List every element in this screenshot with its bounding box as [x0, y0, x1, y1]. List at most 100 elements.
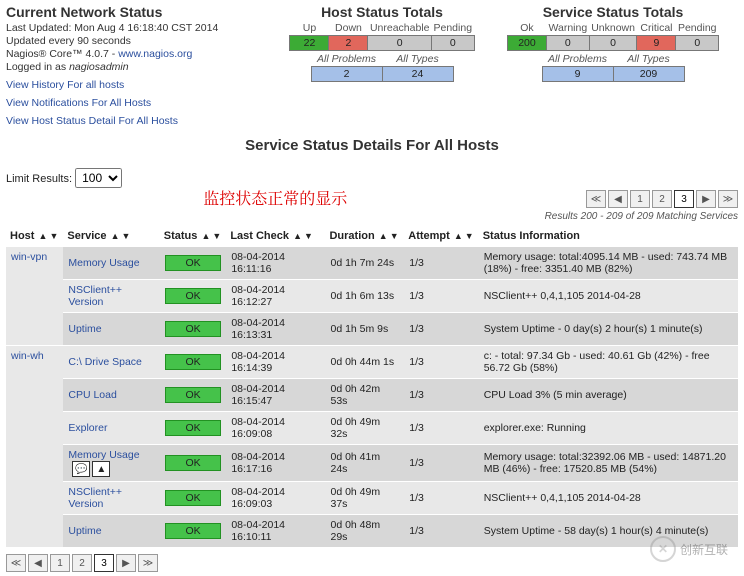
cell-svc-types[interactable]: 209 [613, 67, 684, 82]
limit-row: Limit Results: 100 [6, 168, 738, 188]
duration-cell: 0d 1h 5m 9s [325, 313, 404, 346]
sort-up-icon[interactable]: ▲ [453, 231, 464, 241]
sort-down-icon[interactable]: ▼ [464, 231, 475, 241]
col-host[interactable]: Host ▲▼ [6, 228, 63, 247]
status-cell: OK [160, 445, 227, 482]
col-status[interactable]: Status ▲▼ [160, 228, 227, 247]
service-link[interactable]: Memory Usage [68, 449, 139, 461]
th-critical: Critical [637, 22, 676, 36]
page-number-button[interactable]: 2 [72, 554, 92, 572]
sort-down-icon[interactable]: ▼ [48, 231, 59, 241]
service-link[interactable]: Explorer [68, 422, 107, 434]
info-cell: NSClient++ 0,4,1,105 2014-04-28 [479, 482, 738, 515]
table-row: win-whC:\ Drive SpaceOK08-04-2014 16:14:… [6, 346, 738, 379]
comment-icon[interactable]: 💬 [72, 461, 90, 477]
cell-svc-warning[interactable]: 0 [546, 36, 589, 51]
info-cell: System Uptime - 58 day(s) 1 hour(s) 4 mi… [479, 515, 738, 548]
sort-down-icon[interactable]: ▼ [121, 231, 132, 241]
cell-svc-ok[interactable]: 200 [507, 36, 546, 51]
last-check-cell: 08-04-2014 16:14:39 [226, 346, 325, 379]
th-down: Down [329, 22, 368, 36]
host-link[interactable]: win-wh [11, 350, 44, 362]
cell-hosts-up[interactable]: 22 [290, 36, 329, 51]
col-duration[interactable]: Duration ▲▼ [325, 228, 404, 247]
page-prev-icon[interactable]: ◀ [28, 554, 48, 572]
page-prev-icon[interactable]: ◀ [608, 190, 628, 208]
info-cell: c: - total: 97.34 Gb - used: 40.61 Gb (4… [479, 346, 738, 379]
page-first-icon[interactable]: ≪ [6, 554, 26, 572]
service-link[interactable]: C:\ Drive Space [68, 356, 142, 368]
service-link[interactable]: NSClient++ Version [68, 486, 122, 510]
attempt-cell: 1/3 [404, 412, 478, 445]
service-link[interactable]: NSClient++ Version [68, 284, 122, 308]
col-last-check[interactable]: Last Check ▲▼ [226, 228, 325, 247]
status-badge: OK [165, 288, 222, 304]
service-link[interactable]: CPU Load [68, 389, 116, 401]
status-cell: OK [160, 482, 227, 515]
cell-host-types[interactable]: 24 [382, 67, 453, 82]
col-service[interactable]: Service ▲▼ [63, 228, 159, 247]
duration-cell: 0d 1h 6m 13s [325, 280, 404, 313]
logged-in-label: Logged in as [6, 61, 69, 73]
page-number-button[interactable]: 2 [652, 190, 672, 208]
link-view-history[interactable]: View History For all hosts [6, 79, 276, 91]
limit-label: Limit Results: [6, 173, 72, 185]
status-badge: OK [165, 321, 222, 337]
service-link[interactable]: Uptime [68, 525, 101, 537]
link-view-status-detail[interactable]: View Host Status Detail For All Hosts [6, 115, 276, 127]
page-number-button[interactable]: 1 [50, 554, 70, 572]
link-view-notifications[interactable]: View Notifications For All Hosts [6, 97, 276, 109]
duration-cell: 0d 0h 44m 1s [325, 346, 404, 379]
page-number-button[interactable]: 3 [674, 190, 694, 208]
sort-up-icon[interactable]: ▲ [292, 231, 303, 241]
paging-controls-bottom: ≪◀123▶≫ [6, 554, 738, 572]
cell-svc-pending[interactable]: 0 [676, 36, 719, 51]
table-row: NSClient++ VersionOK08-04-2014 16:09:030… [6, 482, 738, 515]
page-next-icon[interactable]: ▶ [116, 554, 136, 572]
sort-down-icon[interactable]: ▼ [389, 231, 400, 241]
service-link[interactable]: Uptime [68, 323, 101, 335]
attempt-cell: 1/3 [404, 482, 478, 515]
col-attempt[interactable]: Attempt ▲▼ [404, 228, 478, 247]
service-cell: C:\ Drive Space [63, 346, 159, 379]
page-last-icon[interactable]: ≫ [718, 190, 738, 208]
status-cell: OK [160, 280, 227, 313]
cell-hosts-down[interactable]: 2 [329, 36, 368, 51]
logged-in-line: Logged in as nagiosadmin [6, 61, 276, 73]
last-check-cell: 08-04-2014 16:15:47 [226, 379, 325, 412]
sort-up-icon[interactable]: ▲ [38, 231, 49, 241]
sort-up-icon[interactable]: ▲ [378, 231, 389, 241]
service-link[interactable]: Memory Usage [68, 257, 139, 269]
limit-select[interactable]: 100 [75, 168, 122, 188]
status-cell: OK [160, 313, 227, 346]
sort-up-icon[interactable]: ▲ [200, 231, 211, 241]
service-cell: Explorer [63, 412, 159, 445]
host-totals-title: Host Status Totals [276, 4, 488, 20]
th-unreachable: Unreachable [368, 22, 432, 36]
host-link[interactable]: win-vpn [11, 251, 47, 263]
info-cell: Memory usage: total:32392.06 MB - used: … [479, 445, 738, 482]
cell-svc-unknown[interactable]: 0 [589, 36, 637, 51]
th-svc-problems: All Problems [542, 53, 613, 67]
page-next-icon[interactable]: ▶ [696, 190, 716, 208]
attempt-cell: 1/3 [404, 280, 478, 313]
sort-up-icon[interactable]: ▲ [110, 231, 121, 241]
last-check-cell: 08-04-2014 16:09:03 [226, 482, 325, 515]
cell-host-problems[interactable]: 2 [311, 67, 382, 82]
cell-hosts-unreachable[interactable]: 0 [368, 36, 432, 51]
cell-svc-critical[interactable]: 9 [637, 36, 676, 51]
host-totals-block: Host Status Totals Up Down Unreachable P… [276, 4, 488, 82]
sort-down-icon[interactable]: ▼ [211, 231, 222, 241]
graph-icon[interactable]: ▲ [92, 461, 110, 477]
product-link[interactable]: www.nagios.org [118, 48, 192, 60]
cell-hosts-pending[interactable]: 0 [432, 36, 475, 51]
page-number-button[interactable]: 1 [630, 190, 650, 208]
status-cell: OK [160, 515, 227, 548]
page-first-icon[interactable]: ≪ [586, 190, 606, 208]
cell-svc-problems[interactable]: 9 [542, 67, 613, 82]
page-last-icon[interactable]: ≫ [138, 554, 158, 572]
section-title: Service Status Details For All Hosts [6, 137, 738, 154]
page-number-button[interactable]: 3 [94, 554, 114, 572]
sort-down-icon[interactable]: ▼ [303, 231, 314, 241]
last-check-cell: 08-04-2014 16:12:27 [226, 280, 325, 313]
